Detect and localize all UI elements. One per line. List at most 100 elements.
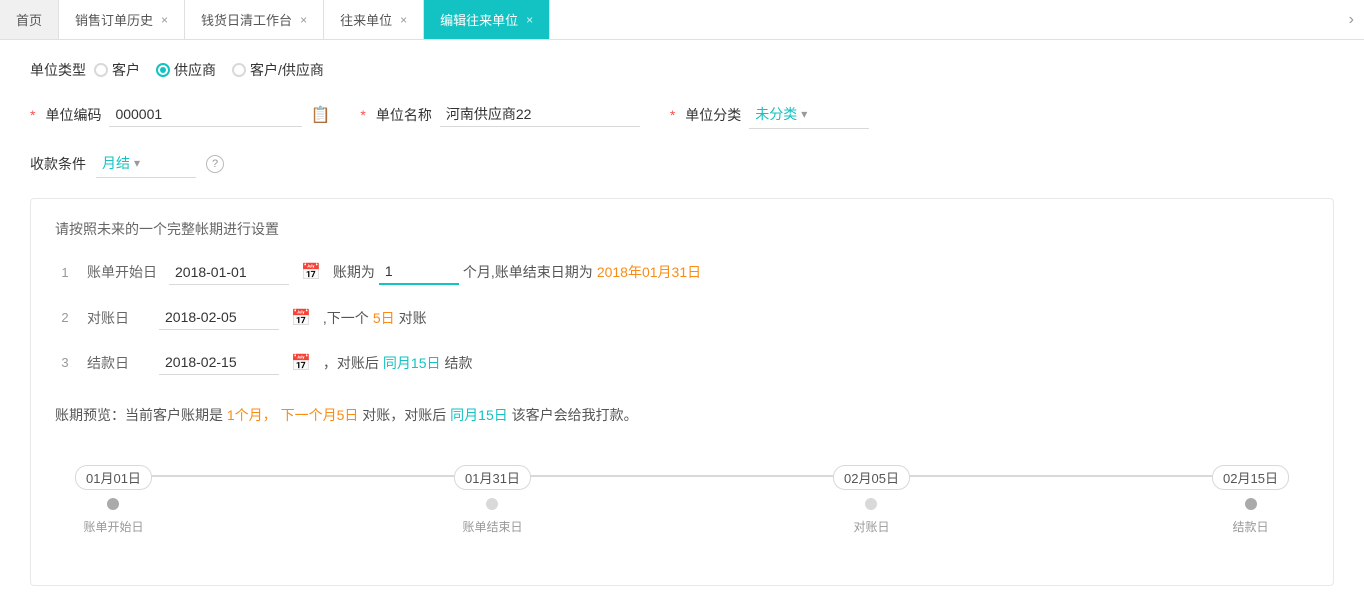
period-num-3: 3 bbox=[55, 355, 75, 370]
timeline-dot-2 bbox=[486, 498, 498, 510]
tab-sales-history-label: 销售订单历史 bbox=[75, 10, 153, 29]
timeline-sublabel-4: 结款日 bbox=[1233, 518, 1269, 535]
timeline-dot-4 bbox=[1245, 498, 1257, 510]
period-desc-1-suffix: 个月,账单结束日期为 bbox=[463, 262, 593, 282]
period-calendar-3[interactable]: 📅 bbox=[291, 353, 311, 373]
tab-cashflow-label: 钱货日清工作台 bbox=[201, 10, 292, 29]
unit-code-input[interactable] bbox=[109, 102, 302, 127]
radio-both-circle bbox=[232, 63, 246, 77]
unit-code-group: * 单位编码 📋 bbox=[30, 102, 330, 127]
radio-group: 客户 供应商 客户/供应商 bbox=[94, 60, 324, 80]
help-icon[interactable]: ? bbox=[206, 155, 224, 173]
period-date-3[interactable] bbox=[159, 350, 279, 375]
tab-bar: 首页 销售订单历史 × 钱货日清工作台 × 往来单位 × 编辑往来单位 × › bbox=[0, 0, 1364, 40]
unit-category-select[interactable]: 未分类 ▾ bbox=[749, 100, 869, 129]
tab-edit-partner-close[interactable]: × bbox=[526, 13, 533, 27]
tab-edit-partner-label: 编辑往来单位 bbox=[440, 10, 518, 29]
preview-part1: 1个月， bbox=[227, 407, 277, 423]
period-date-1[interactable] bbox=[169, 260, 289, 285]
timeline-dot-3 bbox=[865, 498, 877, 510]
timeline-point-3: 02月05日 对账日 bbox=[833, 465, 910, 535]
radio-customer[interactable]: 客户 bbox=[94, 60, 140, 80]
unit-code-label: 单位编码 bbox=[45, 105, 101, 125]
period-num-1: 1 bbox=[55, 265, 75, 280]
radio-both[interactable]: 客户/供应商 bbox=[232, 60, 324, 80]
period-box: 请按照未来的一个完整帐期进行设置 1 账单开始日 📅 账期为 个月,账单结束日期… bbox=[30, 198, 1334, 586]
unit-code-icon[interactable]: 📋 bbox=[310, 105, 330, 125]
tab-home[interactable]: 首页 bbox=[0, 0, 59, 39]
payment-condition-arrow: ▾ bbox=[134, 156, 140, 170]
preview-part4: 同月15日 bbox=[450, 407, 508, 423]
period-num-2: 2 bbox=[55, 310, 75, 325]
radio-both-label: 客户/供应商 bbox=[250, 60, 324, 80]
timeline-points: 01月01日 账单开始日 01月31日 账单结束日 02月05日 对账日 bbox=[75, 465, 1289, 535]
unit-name-label: 单位名称 bbox=[376, 105, 432, 125]
tab-home-label: 首页 bbox=[16, 10, 42, 29]
tab-cashflow-close[interactable]: × bbox=[300, 13, 307, 27]
period-label-3: 结款日 bbox=[87, 353, 147, 373]
period-desc-3: ，对账后 同月15日 结款 bbox=[323, 353, 473, 373]
preview-part5: 该客户会给我打款。 bbox=[512, 407, 638, 423]
period-end-date-highlight: 2018年01月31日 bbox=[597, 262, 701, 282]
timeline-point-2: 01月31日 账单结束日 bbox=[454, 465, 531, 535]
timeline-sublabel-1: 账单开始日 bbox=[83, 518, 143, 535]
payment-condition-label: 收款条件 bbox=[30, 154, 86, 174]
period-label-1: 账单开始日 bbox=[87, 262, 157, 282]
tab-cashflow[interactable]: 钱货日清工作台 × bbox=[185, 0, 324, 39]
period-reconcile-highlight: 5日 bbox=[373, 308, 395, 328]
radio-supplier-label: 供应商 bbox=[174, 60, 216, 80]
unit-name-input[interactable] bbox=[440, 102, 640, 127]
preview-label: 账期预览：当前客户账期是 bbox=[55, 407, 223, 423]
period-desc-2-suffix: 对账 bbox=[399, 308, 427, 328]
timeline-sublabel-2: 账单结束日 bbox=[462, 518, 522, 535]
tab-edit-partner[interactable]: 编辑往来单位 × bbox=[424, 0, 550, 39]
period-desc-2: ,下一个 5日 对账 bbox=[323, 308, 427, 328]
period-desc-1: 账期为 个月,账单结束日期为 2018年01月31日 bbox=[333, 259, 701, 285]
main-content: 单位类型 客户 供应商 客户/供应商 * 单位编码 bbox=[0, 40, 1364, 608]
period-calendar-2[interactable]: 📅 bbox=[291, 308, 311, 328]
preview-part3: 对账，对账后 bbox=[362, 407, 446, 423]
preview-text: 账期预览：当前客户账期是 1个月， 下一个月5日 对账，对账后 同月15日 该客… bbox=[55, 395, 1309, 435]
unit-type-label: 单位类型 bbox=[30, 60, 86, 80]
tab-partners-label: 往来单位 bbox=[340, 10, 392, 29]
timeline-sublabel-3: 对账日 bbox=[853, 518, 889, 535]
period-desc-2-prefix: ,下一个 bbox=[323, 308, 369, 328]
timeline-badge-2: 01月31日 bbox=[454, 465, 531, 490]
unit-code-star: * bbox=[30, 107, 35, 123]
timeline-point-4: 02月15日 结款日 bbox=[1212, 465, 1289, 535]
period-item-3: 3 结款日 📅 ，对账后 同月15日 结款 bbox=[55, 350, 1309, 375]
timeline-badge-4: 02月15日 bbox=[1212, 465, 1289, 490]
unit-name-group: * 单位名称 bbox=[360, 102, 639, 127]
radio-customer-circle bbox=[94, 63, 108, 77]
unit-type-row: 单位类型 客户 供应商 客户/供应商 bbox=[30, 60, 1334, 80]
tab-sales-history-close[interactable]: × bbox=[161, 13, 168, 27]
radio-supplier[interactable]: 供应商 bbox=[156, 60, 216, 80]
unit-category-arrow: ▾ bbox=[801, 107, 807, 121]
timeline-point-1: 01月01日 账单开始日 bbox=[75, 465, 152, 535]
unit-category-value: 未分类 bbox=[755, 104, 797, 124]
unit-category-group: * 单位分类 未分类 ▾ bbox=[670, 100, 869, 129]
period-desc-3-suffix: 结款 bbox=[445, 353, 473, 373]
unit-category-label: 单位分类 bbox=[685, 105, 741, 125]
tab-sales-history[interactable]: 销售订单历史 × bbox=[59, 0, 185, 39]
period-date-2[interactable] bbox=[159, 305, 279, 330]
payment-condition-value: 月结 bbox=[102, 153, 130, 173]
period-months-input[interactable] bbox=[379, 259, 459, 285]
preview-part2: 下一个月5日 bbox=[281, 407, 359, 423]
radio-customer-label: 客户 bbox=[112, 60, 140, 80]
tab-partners-close[interactable]: × bbox=[400, 13, 407, 27]
unit-type-group: 单位类型 客户 供应商 客户/供应商 bbox=[30, 60, 324, 80]
radio-supplier-circle bbox=[156, 63, 170, 77]
payment-condition-row: 收款条件 月结 ▾ ? bbox=[30, 149, 1334, 178]
period-calendar-1[interactable]: 📅 bbox=[301, 262, 321, 282]
period-title: 请按照未来的一个完整帐期进行设置 bbox=[55, 219, 1309, 239]
tab-partners[interactable]: 往来单位 × bbox=[324, 0, 424, 39]
payment-condition-select[interactable]: 月结 ▾ bbox=[96, 149, 196, 178]
unit-name-star: * bbox=[360, 107, 365, 123]
period-payment-highlight: 同月15日 bbox=[383, 353, 441, 373]
period-desc-1-prefix: 账期为 bbox=[333, 262, 375, 282]
timeline-dot-1 bbox=[107, 498, 119, 510]
period-desc-3-prefix: ，对账后 bbox=[323, 353, 379, 373]
preview-section: 账期预览：当前客户账期是 1个月， 下一个月5日 对账，对账后 同月15日 该客… bbox=[55, 395, 1309, 565]
tab-nav-arrow[interactable]: › bbox=[1339, 11, 1364, 29]
